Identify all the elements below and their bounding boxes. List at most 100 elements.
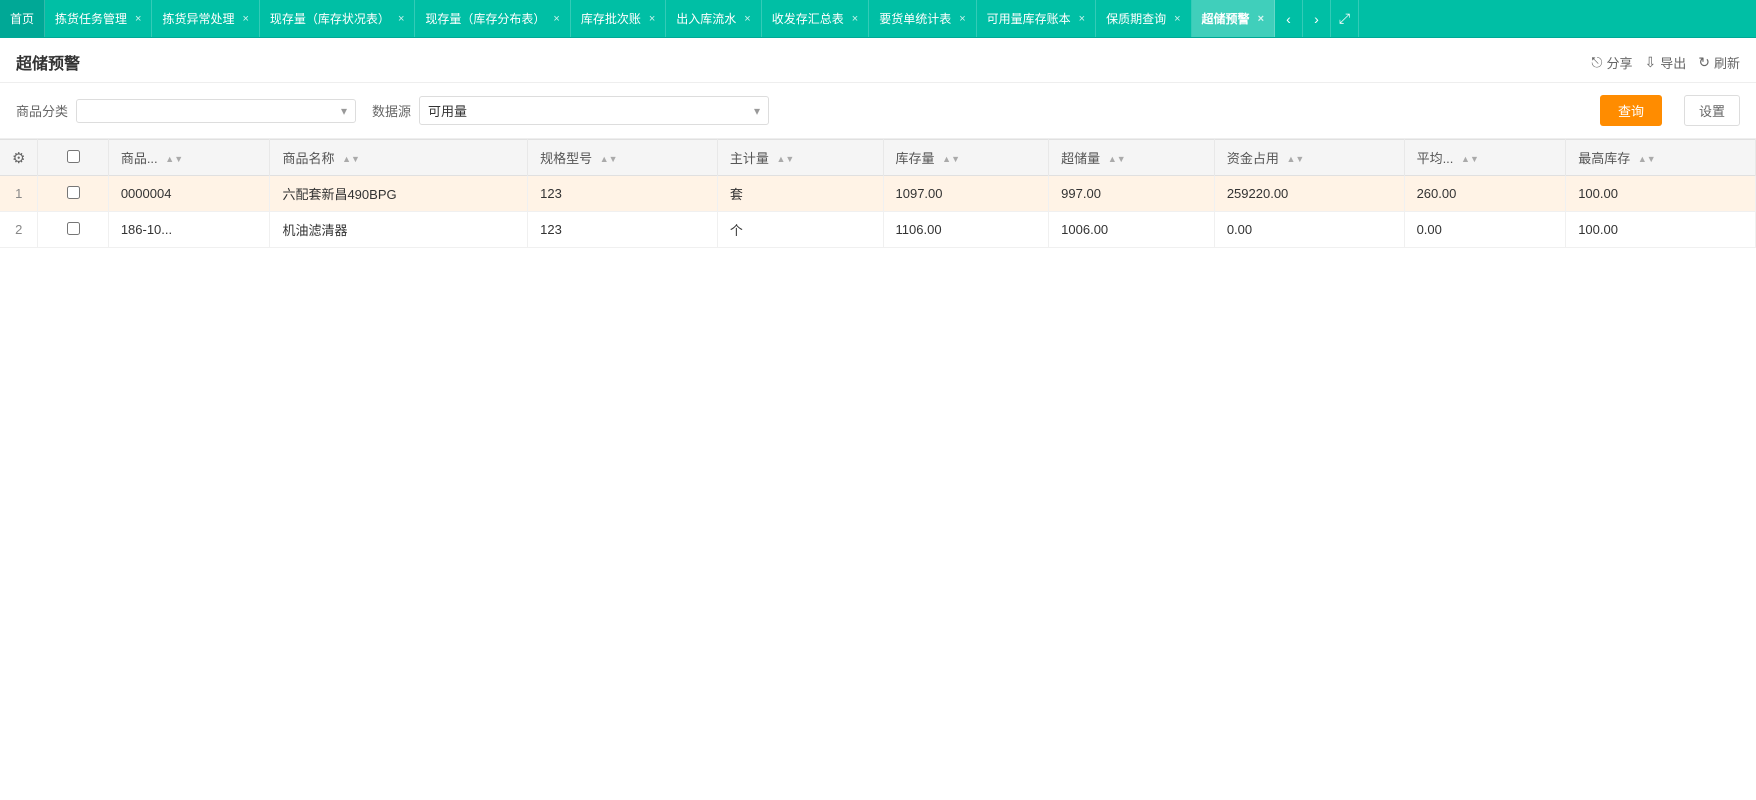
nav-overstock[interactable]: 超储预警 × <box>1192 0 1275 37</box>
filter-category: 商品分类 ▾ <box>16 99 356 123</box>
nav-batch-close[interactable]: × <box>649 13 655 25</box>
nav-flow[interactable]: 出入库流水 × <box>666 0 761 37</box>
nav-arrow-expand[interactable]: ⤢ <box>1331 0 1359 37</box>
category-select[interactable]: ▾ <box>76 99 356 123</box>
page-header: 超储预警 ⎋ 分享 ⇩ 导出 ↻ 刷新 <box>0 38 1756 83</box>
row-overstock: 997.00 <box>1049 176 1215 212</box>
refresh-label: 刷新 <box>1714 53 1740 72</box>
nav-available-label: 可用量库存账本 <box>987 10 1071 27</box>
nav-inventory-status-close[interactable]: × <box>398 13 404 25</box>
nav-inventory-dist-close[interactable]: × <box>553 13 559 25</box>
th-spec-label: 规格型号 <box>540 151 592 166</box>
sort-spec-icon: ▲▼ <box>600 155 618 164</box>
table-row: 1 0000004 六配套新昌490BPG 123 套 1097.00 997.… <box>0 176 1756 212</box>
row-checkbox-cell <box>38 176 108 212</box>
nav-shelf-life[interactable]: 保质期查询 × <box>1096 0 1191 37</box>
row-unit: 个 <box>717 212 883 248</box>
th-unit-label: 主计量 <box>730 151 769 166</box>
th-spec[interactable]: 规格型号 ▲▼ <box>528 140 718 176</box>
row-product-name: 机油滤清器 <box>270 212 528 248</box>
row-checkbox[interactable] <box>67 222 80 235</box>
nav-available[interactable]: 可用量库存账本 × <box>977 0 1096 37</box>
select-all-checkbox[interactable] <box>67 150 80 163</box>
table-body: 1 0000004 六配套新昌490BPG 123 套 1097.00 997.… <box>0 176 1756 248</box>
table-row: 2 186-10... 机油滤清器 123 个 1106.00 1006.00 … <box>0 212 1756 248</box>
top-nav: 首页 拣货任务管理 × 拣货异常处理 × 现存量（库存状况表） × 现存量（库存… <box>0 0 1756 38</box>
nav-inventory-status-label: 现存量（库存状况表） <box>270 10 390 27</box>
refresh-button[interactable]: ↻ 刷新 <box>1698 53 1740 72</box>
page-actions: ⎋ 分享 ⇩ 导出 ↻ 刷新 <box>1591 53 1740 72</box>
sort-unit-icon: ▲▼ <box>777 155 795 164</box>
nav-task-close[interactable]: × <box>135 13 141 25</box>
nav-flow-label: 出入库流水 <box>676 10 736 27</box>
sort-product-code-icon: ▲▼ <box>165 155 183 164</box>
nav-overstock-close[interactable]: × <box>1258 13 1264 25</box>
nav-batch[interactable]: 库存批次账 × <box>571 0 666 37</box>
nav-summary-label: 收发存汇总表 <box>772 10 844 27</box>
nav-exception-close[interactable]: × <box>242 13 248 25</box>
page-title: 超储预警 <box>16 50 80 74</box>
nav-exception[interactable]: 拣货异常处理 × <box>152 0 259 37</box>
nav-available-close[interactable]: × <box>1079 13 1085 25</box>
th-avg-label: 平均... <box>1417 151 1454 166</box>
row-max-stock: 100.00 <box>1566 176 1756 212</box>
row-avg: 260.00 <box>1404 176 1566 212</box>
row-unit: 套 <box>717 176 883 212</box>
th-overstock[interactable]: 超储量 ▲▼ <box>1049 140 1215 176</box>
nav-home-label: 首页 <box>10 10 34 27</box>
nav-inventory-status[interactable]: 现存量（库存状况表） × <box>260 0 415 37</box>
nav-inventory-dist[interactable]: 现存量（库存分布表） × <box>415 0 570 37</box>
nav-flow-close[interactable]: × <box>744 13 750 25</box>
nav-overstock-label: 超储预警 <box>1202 10 1250 27</box>
nav-order-stat-close[interactable]: × <box>959 13 965 25</box>
th-product-code[interactable]: 商品... ▲▼ <box>108 140 270 176</box>
sort-overstock-icon: ▲▼ <box>1108 155 1126 164</box>
th-capital[interactable]: 资金占用 ▲▼ <box>1214 140 1404 176</box>
export-icon: ⇩ <box>1645 54 1657 71</box>
nav-home[interactable]: 首页 <box>0 0 45 37</box>
th-product-code-label: 商品... <box>121 151 158 166</box>
th-avg[interactable]: 平均... ▲▼ <box>1404 140 1566 176</box>
filter-datasource: 数据源 可用量 ▾ <box>372 96 769 125</box>
query-button[interactable]: 查询 <box>1600 95 1662 126</box>
table-header-row: ⚙ 商品... ▲▼ 商品名称 ▲▼ 规格型号 ▲▼ <box>0 140 1756 176</box>
nav-order-stat[interactable]: 要货单统计表 × <box>869 0 976 37</box>
th-product-name-label: 商品名称 <box>282 151 334 166</box>
sort-stock-icon: ▲▼ <box>942 155 960 164</box>
export-label: 导出 <box>1660 53 1686 72</box>
datasource-value: 可用量 <box>428 101 467 120</box>
nav-arrow-left[interactable]: ‹ <box>1275 0 1303 37</box>
sort-product-name-icon: ▲▼ <box>342 155 360 164</box>
th-capital-label: 资金占用 <box>1227 151 1279 166</box>
gear-icon[interactable]: ⚙ <box>12 150 25 167</box>
refresh-icon: ↻ <box>1698 54 1710 71</box>
row-avg: 0.00 <box>1404 212 1566 248</box>
nav-task[interactable]: 拣货任务管理 × <box>45 0 152 37</box>
row-max-stock: 100.00 <box>1566 212 1756 248</box>
th-checkbox <box>38 140 108 176</box>
nav-exception-label: 拣货异常处理 <box>162 10 234 27</box>
th-stock[interactable]: 库存量 ▲▼ <box>883 140 1049 176</box>
share-button[interactable]: ⎋ 分享 <box>1591 53 1632 72</box>
datasource-select[interactable]: 可用量 ▾ <box>419 96 769 125</box>
nav-arrow-right[interactable]: › <box>1303 0 1331 37</box>
share-icon: ⎋ <box>1591 54 1602 71</box>
th-max-stock[interactable]: 最高库存 ▲▼ <box>1566 140 1756 176</box>
nav-shelf-life-close[interactable]: × <box>1174 13 1180 25</box>
nav-inventory-dist-label: 现存量（库存分布表） <box>425 10 545 27</box>
datasource-select-arrow-icon: ▾ <box>754 104 760 118</box>
settings-button[interactable]: 设置 <box>1684 95 1740 126</box>
sort-capital-icon: ▲▼ <box>1286 155 1304 164</box>
nav-summary[interactable]: 收发存汇总表 × <box>762 0 869 37</box>
export-button[interactable]: ⇩ 导出 <box>1645 53 1687 72</box>
row-checkbox[interactable] <box>67 186 80 199</box>
row-product-code: 0000004 <box>108 176 270 212</box>
nav-summary-close[interactable]: × <box>852 13 858 25</box>
row-product-code: 186-10... <box>108 212 270 248</box>
th-product-name[interactable]: 商品名称 ▲▼ <box>270 140 528 176</box>
th-unit[interactable]: 主计量 ▲▼ <box>717 140 883 176</box>
th-max-stock-label: 最高库存 <box>1578 151 1630 166</box>
row-product-name: 六配套新昌490BPG <box>270 176 528 212</box>
th-settings[interactable]: ⚙ <box>0 140 38 176</box>
datasource-label: 数据源 <box>372 101 411 120</box>
